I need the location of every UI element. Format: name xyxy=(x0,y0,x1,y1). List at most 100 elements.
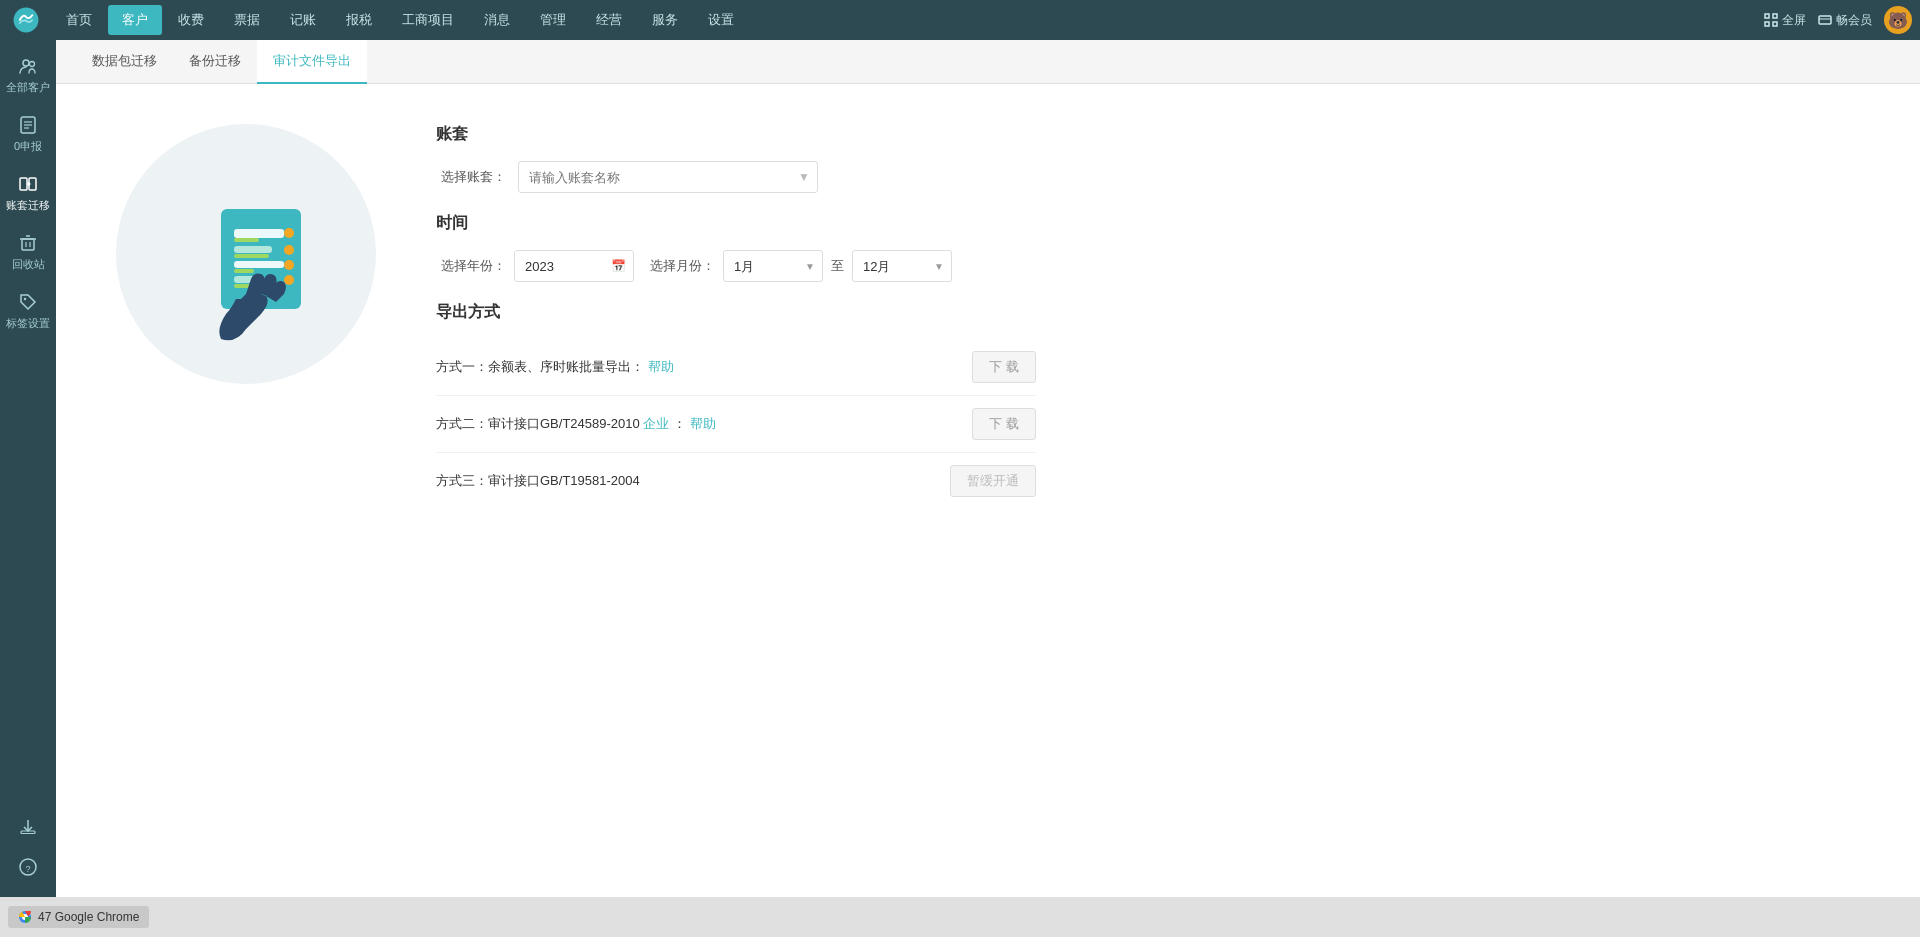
nav-operation[interactable]: 经营 xyxy=(582,5,636,35)
sidebar-item-zero-report[interactable]: 0申报 xyxy=(2,107,54,162)
svg-point-32 xyxy=(284,245,294,255)
svg-rect-1 xyxy=(1765,14,1769,18)
svg-rect-35 xyxy=(234,238,259,242)
taskbar-chrome-item[interactable]: 47 Google Chrome xyxy=(8,906,149,928)
export-method-2-suffix: ： xyxy=(673,416,686,431)
illustration-svg xyxy=(146,154,346,354)
tab-audit-export[interactable]: 审计文件导出 xyxy=(257,40,367,84)
svg-text:?: ? xyxy=(25,864,30,874)
chevron-down-icon: ▼ xyxy=(798,170,810,184)
nav-items: 首页 客户 收费 票据 记账 报税 工商项目 消息 管理 经营 服务 设置 xyxy=(52,5,1764,35)
svg-point-8 xyxy=(30,62,35,67)
nav-right: 全屏 畅会员 🐻 xyxy=(1764,6,1912,34)
content-area: 数据包迁移 备份迁移 审计文件导出 xyxy=(56,40,1920,897)
sidebar-item-trash[interactable]: 回收站 xyxy=(2,225,54,280)
main-layout: 全部客户 0申报 账套迁移 xyxy=(0,40,1920,897)
taskbar: 47 Google Chrome xyxy=(0,897,1920,937)
nav-service[interactable]: 服务 xyxy=(638,5,692,35)
top-nav: 首页 客户 收费 票据 记账 报税 工商项目 消息 管理 经营 服务 设置 全屏 xyxy=(0,0,1920,40)
export-method-2-label: 方式二：审计接口GB/T24589-2010 企业 ： 帮助 xyxy=(436,415,716,433)
nav-home[interactable]: 首页 xyxy=(52,5,106,35)
nav-settings[interactable]: 设置 xyxy=(694,5,748,35)
export-method-3: 方式三：审计接口GB/T19581-2004 暂缓开通 xyxy=(436,453,1036,509)
export-method-1-help-link[interactable]: 帮助 xyxy=(648,359,674,374)
export-method-3-prefix: 方式三：审计接口GB/T19581-2004 xyxy=(436,473,640,488)
export-method-1: 方式一：余额表、序时账批量导出： 帮助 下 载 xyxy=(436,339,1036,396)
app-logo xyxy=(8,2,44,38)
sidebar-item-tag[interactable]: 标签设置 xyxy=(2,284,54,339)
month-to-wrapper: 1月2月3月 4月5月6月 7月8月9月 10月11月 12月 ▼ xyxy=(852,250,952,282)
svg-rect-36 xyxy=(234,254,269,258)
sidebar-label-trash: 回收站 xyxy=(12,257,45,272)
calendar-icon: 📅 xyxy=(611,259,626,273)
nav-accounting[interactable]: 记账 xyxy=(276,5,330,35)
export-method-3-label: 方式三：审计接口GB/T19581-2004 xyxy=(436,472,640,490)
export-method-1-download-btn[interactable]: 下 载 xyxy=(972,351,1036,383)
svg-point-7 xyxy=(23,60,29,66)
sidebar-item-all-clients[interactable]: 全部客户 xyxy=(2,48,54,103)
month-to-select[interactable]: 1月2月3月 4月5月6月 7月8月9月 10月11月 12月 xyxy=(852,250,952,282)
month-label: 选择月份： xyxy=(650,257,715,275)
year-label: 选择年份： xyxy=(436,257,506,275)
nav-fee[interactable]: 收费 xyxy=(164,5,218,35)
year-input-wrapper: 📅 xyxy=(514,250,634,282)
export-method-2-company: 企业 xyxy=(643,416,669,431)
member-label: 畅会员 xyxy=(1836,12,1872,29)
account-row: 选择账套： ▼ xyxy=(436,161,1036,193)
taskbar-chrome-label: 47 Google Chrome xyxy=(38,910,139,924)
sidebar-item-migrate[interactable]: 账套迁移 xyxy=(2,166,54,221)
export-method-1-label: 方式一：余额表、序时账批量导出： 帮助 xyxy=(436,358,674,376)
sidebar-item-help[interactable]: ? xyxy=(2,849,54,885)
account-input-wrapper: ▼ xyxy=(518,161,818,193)
account-section-title: 账套 xyxy=(436,124,1036,145)
svg-point-31 xyxy=(284,228,294,238)
export-method-2-download-btn[interactable]: 下 载 xyxy=(972,408,1036,440)
avatar[interactable]: 🐻 xyxy=(1884,6,1912,34)
svg-point-34 xyxy=(284,275,294,285)
chrome-icon xyxy=(18,910,32,924)
nav-business[interactable]: 工商项目 xyxy=(388,5,468,35)
nav-invoice[interactable]: 票据 xyxy=(220,5,274,35)
tab-backup-migration[interactable]: 备份迁移 xyxy=(173,40,257,84)
svg-rect-5 xyxy=(1819,16,1831,24)
svg-rect-3 xyxy=(1765,22,1769,26)
month-from-wrapper: 1月2月3月 4月5月6月 7月8月9月 10月11月12月 ▼ xyxy=(723,250,823,282)
svg-rect-16 xyxy=(22,239,34,250)
export-method-2-help-link[interactable]: 帮助 xyxy=(690,416,716,431)
svg-point-21 xyxy=(24,298,26,300)
svg-rect-29 xyxy=(234,261,284,268)
sidebar-label-tag: 标签设置 xyxy=(6,316,50,331)
tab-bar: 数据包迁移 备份迁移 审计文件导出 xyxy=(56,40,1920,84)
nav-message[interactable]: 消息 xyxy=(470,5,524,35)
sidebar-item-download[interactable] xyxy=(2,809,54,845)
export-section-title: 导出方式 xyxy=(436,302,1036,323)
illustration-area xyxy=(116,124,376,857)
illustration-circle xyxy=(116,124,376,384)
page-content: 账套 选择账套： ▼ 时间 选择年份： 📅 xyxy=(56,84,1920,897)
svg-rect-4 xyxy=(1773,22,1777,26)
fullscreen-btn[interactable]: 全屏 xyxy=(1764,12,1806,29)
account-input[interactable] xyxy=(518,161,818,193)
nav-manage[interactable]: 管理 xyxy=(526,5,580,35)
export-method-2-prefix: 方式二：审计接口GB/T24589-2010 xyxy=(436,416,640,431)
tab-data-migration[interactable]: 数据包迁移 xyxy=(76,40,173,84)
time-row: 选择年份： 📅 选择月份： 1月2月3月 4月5月6月 7月8月9月 10月11… xyxy=(436,250,1036,282)
nav-tax[interactable]: 报税 xyxy=(332,5,386,35)
account-label: 选择账套： xyxy=(436,168,506,186)
form-area: 账套 选择账套： ▼ 时间 选择年份： 📅 xyxy=(436,124,1036,857)
left-sidebar: 全部客户 0申报 账套迁移 xyxy=(0,40,56,897)
svg-rect-37 xyxy=(234,269,254,273)
fullscreen-label: 全屏 xyxy=(1782,12,1806,29)
to-label: 至 xyxy=(831,257,844,275)
nav-client[interactable]: 客户 xyxy=(108,5,162,35)
sidebar-label-migrate: 账套迁移 xyxy=(6,198,50,213)
time-section-title: 时间 xyxy=(436,213,1036,234)
member-btn[interactable]: 畅会员 xyxy=(1818,12,1872,29)
svg-rect-27 xyxy=(234,229,284,238)
sidebar-bottom: ? xyxy=(2,809,54,897)
export-method-2: 方式二：审计接口GB/T24589-2010 企业 ： 帮助 下 载 xyxy=(436,396,1036,453)
sidebar-label-zero-report: 0申报 xyxy=(14,139,42,154)
month-from-select[interactable]: 1月2月3月 4月5月6月 7月8月9月 10月11月12月 xyxy=(723,250,823,282)
sidebar-label-all-clients: 全部客户 xyxy=(6,80,50,95)
svg-rect-28 xyxy=(234,246,272,253)
